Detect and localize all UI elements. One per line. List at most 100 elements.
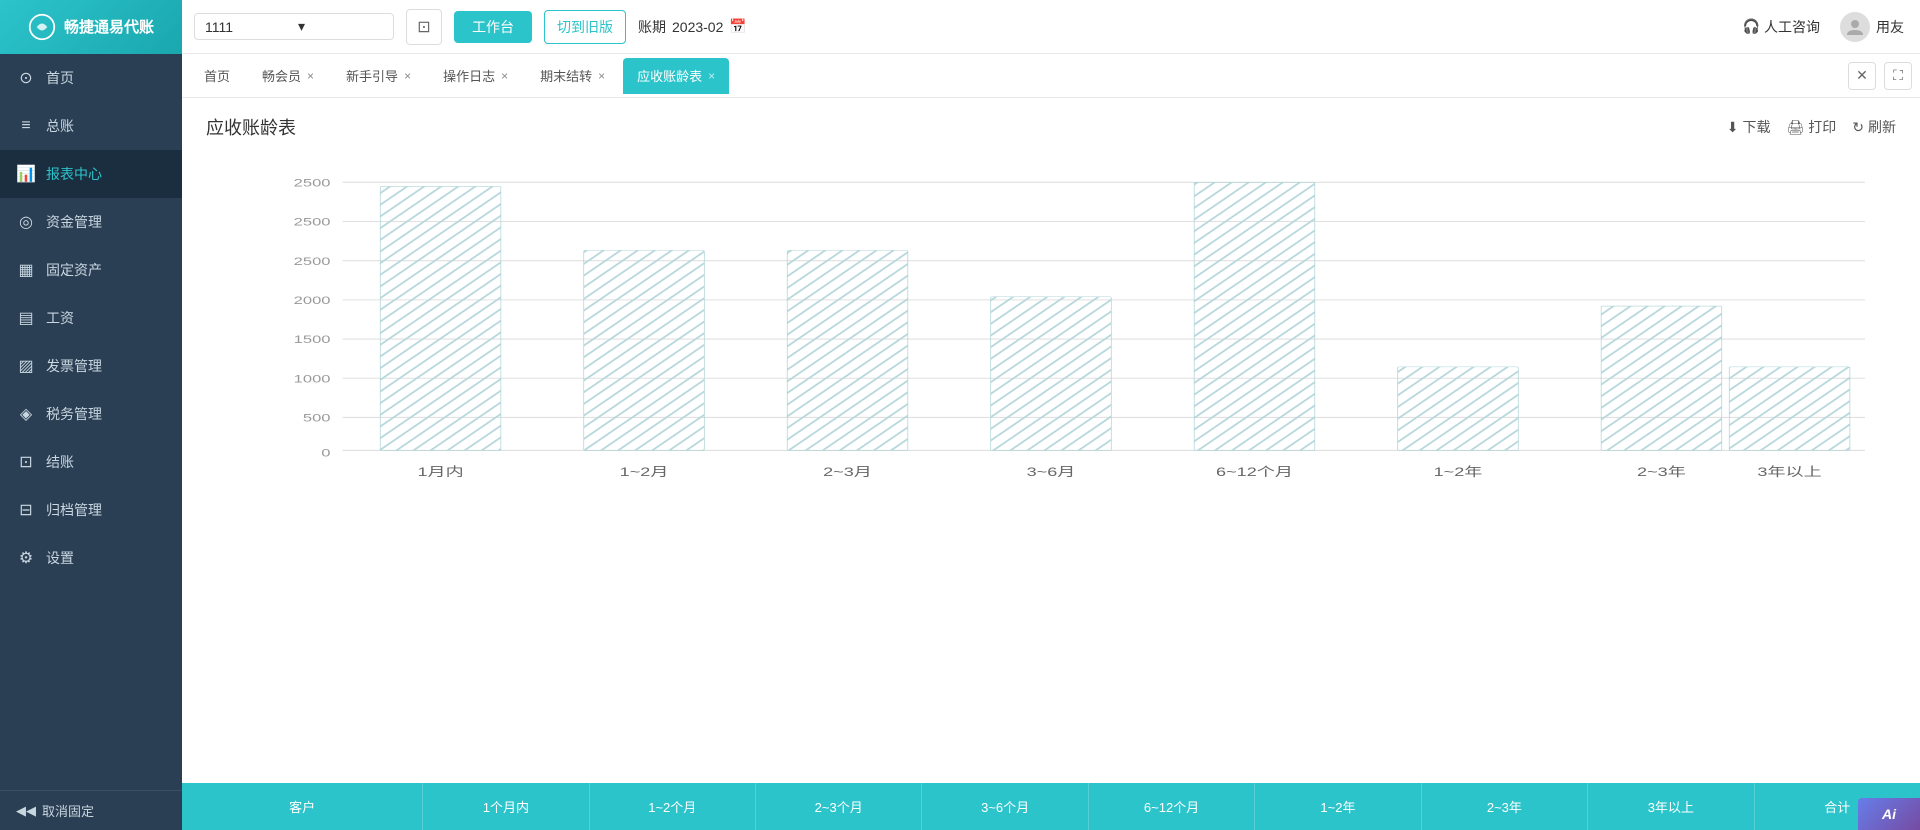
sidebar-item-assets[interactable]: ▦固定资产 [0, 246, 182, 294]
tab-close-guide[interactable]: × [404, 69, 411, 83]
svg-text:2~3年: 2~3年 [1637, 465, 1686, 479]
sidebar-label-ledger: 总账 [46, 116, 74, 136]
tab-label-guide: 新手引导 [346, 66, 398, 85]
archive-icon: ⊟ [16, 500, 36, 520]
tab-guide[interactable]: 新手引导 × [332, 58, 425, 94]
sidebar-label-assets: 固定资产 [46, 260, 102, 280]
sidebar-label-salary: 工资 [46, 308, 74, 328]
svg-text:2500: 2500 [294, 255, 331, 268]
page-title: 应收账龄表 [206, 114, 296, 140]
headset-icon: 🎧 [1743, 18, 1760, 35]
workspace-button[interactable]: 工作台 [454, 11, 532, 43]
sidebar-scroll: ⊙ 首页 ≡ 总账 📊 报表中心 ◎资金管理▦固定资产 ▤ 工资 ▨发票管理◈税务管理 ⊡ 结账 ⊟归档… [0, 54, 182, 790]
sidebar-item-invoice[interactable]: ▨发票管理 [0, 342, 182, 390]
invoice-icon: ▨ [16, 356, 36, 376]
sidebar: ⊙ 首页 ≡ 总账 📊 报表中心 ◎资金管理▦固定资产 ▤ 工资 ▨发票管理◈税务管理 ⊡ 结账 ⊟归档… [0, 54, 182, 830]
table-col-1: 1个月内 [423, 783, 589, 830]
tabs-actions: ✕ ⛶ [1848, 62, 1912, 90]
calendar-icon[interactable]: 📅 [729, 18, 746, 35]
svg-text:2~3月: 2~3月 [823, 466, 872, 480]
sidebar-label-reports: 报表中心 [46, 164, 102, 184]
logo: 畅捷通易代账 [0, 0, 182, 54]
period-area: 账期 2023-02 📅 [638, 17, 747, 37]
tab-label-period-end: 期末结转 [540, 66, 592, 85]
svg-text:2500: 2500 [294, 216, 331, 229]
tab-member[interactable]: 畅会员× [248, 58, 328, 94]
user-area[interactable]: 用友 [1840, 12, 1904, 42]
table-col-5: 6~12个月 [1089, 783, 1255, 830]
table-col-3: 2~3个月 [756, 783, 922, 830]
ledger-icon: ≡ [16, 117, 36, 135]
sidebar-label-checkout: 结账 [46, 452, 74, 472]
table-col-7: 2~3年 [1422, 783, 1588, 830]
expand-tab-btn[interactable]: ⛶ [1884, 62, 1912, 90]
tab-close-aging[interactable]: × [708, 69, 715, 83]
download-icon: ⬇ [1727, 119, 1739, 136]
download-button[interactable]: ⬇ 下载 [1727, 117, 1771, 137]
svg-text:500: 500 [303, 412, 331, 425]
tab-period-end[interactable]: 期末结转 × [526, 58, 619, 94]
sidebar-item-reports[interactable]: 📊 报表中心 [0, 150, 182, 198]
settings-icon: ⚙ [16, 548, 36, 568]
sidebar-label-tax: 税务管理 [46, 404, 102, 424]
svg-text:1000: 1000 [294, 373, 331, 386]
svg-text:1~2年: 1~2年 [1434, 465, 1483, 479]
refresh-icon: ↻ [1852, 119, 1864, 136]
tab-label-home: 首页 [204, 66, 230, 85]
table-col-6: 1~2年 [1255, 783, 1421, 830]
table-col-4: 3~6个月 [922, 783, 1088, 830]
consult-label: 人工咨询 [1764, 17, 1820, 37]
company-selector[interactable]: 1111 ▾ [194, 13, 394, 40]
sidebar-label-home: 首页 [46, 68, 74, 88]
tab-log[interactable]: 操作日志 × [429, 58, 522, 94]
sidebar-item-home[interactable]: ⊙ 首页 [0, 54, 182, 102]
svg-text:1500: 1500 [294, 334, 331, 347]
logo-text: 畅捷通易代账 [64, 16, 154, 37]
consult-button[interactable]: 🎧 人工咨询 [1743, 17, 1820, 37]
home-icon: ⊙ [16, 68, 36, 88]
sidebar-item-funds[interactable]: ◎资金管理 [0, 198, 182, 246]
tab-label-aging: 应收账龄表 [637, 66, 702, 85]
sidebar-item-archive[interactable]: ⊟归档管理 [0, 486, 182, 534]
refresh-button[interactable]: ↻ 刷新 [1852, 117, 1896, 137]
period-value: 2023-02 [672, 19, 723, 35]
svg-text:6~12个月: 6~12个月 [1216, 465, 1293, 479]
chart-area: 2500 2500 2500 2000 1500 1000 500 0 1月内 [182, 152, 1920, 783]
table-col-0: 客户 [182, 783, 423, 830]
print-button[interactable]: 🖨 打印 [1786, 117, 1836, 137]
tab-close-log[interactable]: × [501, 69, 508, 83]
dropdown-icon: ▾ [298, 18, 383, 35]
salary-icon: ▤ [16, 308, 36, 328]
tab-label-log: 操作日志 [443, 66, 495, 85]
reports-icon: 📊 [16, 164, 36, 184]
sidebar-item-ledger[interactable]: ≡ 总账 [0, 102, 182, 150]
sidebar-item-checkout[interactable]: ⊡ 结账 [0, 438, 182, 486]
svg-text:1~2月: 1~2月 [620, 466, 669, 480]
sidebar-item-settings[interactable]: ⚙ 设置 [0, 534, 182, 582]
header-right: 🎧 人工咨询 用友 [1743, 12, 1904, 42]
svg-text:3年以上: 3年以上 [1757, 465, 1821, 479]
avatar [1840, 12, 1870, 42]
tab-aging[interactable]: 应收账龄表 × [623, 58, 729, 94]
close-tab-btn[interactable]: ✕ [1848, 62, 1876, 90]
tab-close-period-end[interactable]: × [598, 69, 605, 83]
sidebar-footer-label: 取消固定 [42, 801, 94, 820]
page-actions: ⬇ 下载 🖨 打印 ↻ 刷新 [1727, 117, 1896, 137]
sidebar-item-tax[interactable]: ◈税务管理 [0, 390, 182, 438]
sidebar-label-settings: 设置 [46, 548, 74, 568]
svg-text:1月内: 1月内 [417, 465, 463, 479]
page-header: 应收账龄表 ⬇ 下载 🖨 打印 ↻ 刷新 [182, 98, 1920, 152]
svg-text:0: 0 [321, 447, 330, 460]
sidebar-item-salary[interactable]: ▤ 工资 [0, 294, 182, 342]
copy-icon-btn[interactable]: ⊡ [406, 9, 442, 45]
table-col-8: 3年以上 [1588, 783, 1754, 830]
checkout-icon: ⊡ [16, 452, 36, 472]
avatar-icon [1845, 17, 1865, 37]
sidebar-footer-pin[interactable]: ◀◀ 取消固定 [0, 790, 182, 830]
table-header: 客户1个月内1~2个月2~3个月3~6个月6~12个月1~2年2~3年3年以上合… [182, 783, 1920, 830]
copy-icon: ⊡ [417, 17, 430, 37]
svg-text:2500: 2500 [294, 177, 331, 190]
tab-home[interactable]: 首页 [190, 58, 244, 94]
switch-button[interactable]: 切到旧版 [544, 10, 626, 44]
tab-close-member[interactable]: × [307, 69, 314, 83]
